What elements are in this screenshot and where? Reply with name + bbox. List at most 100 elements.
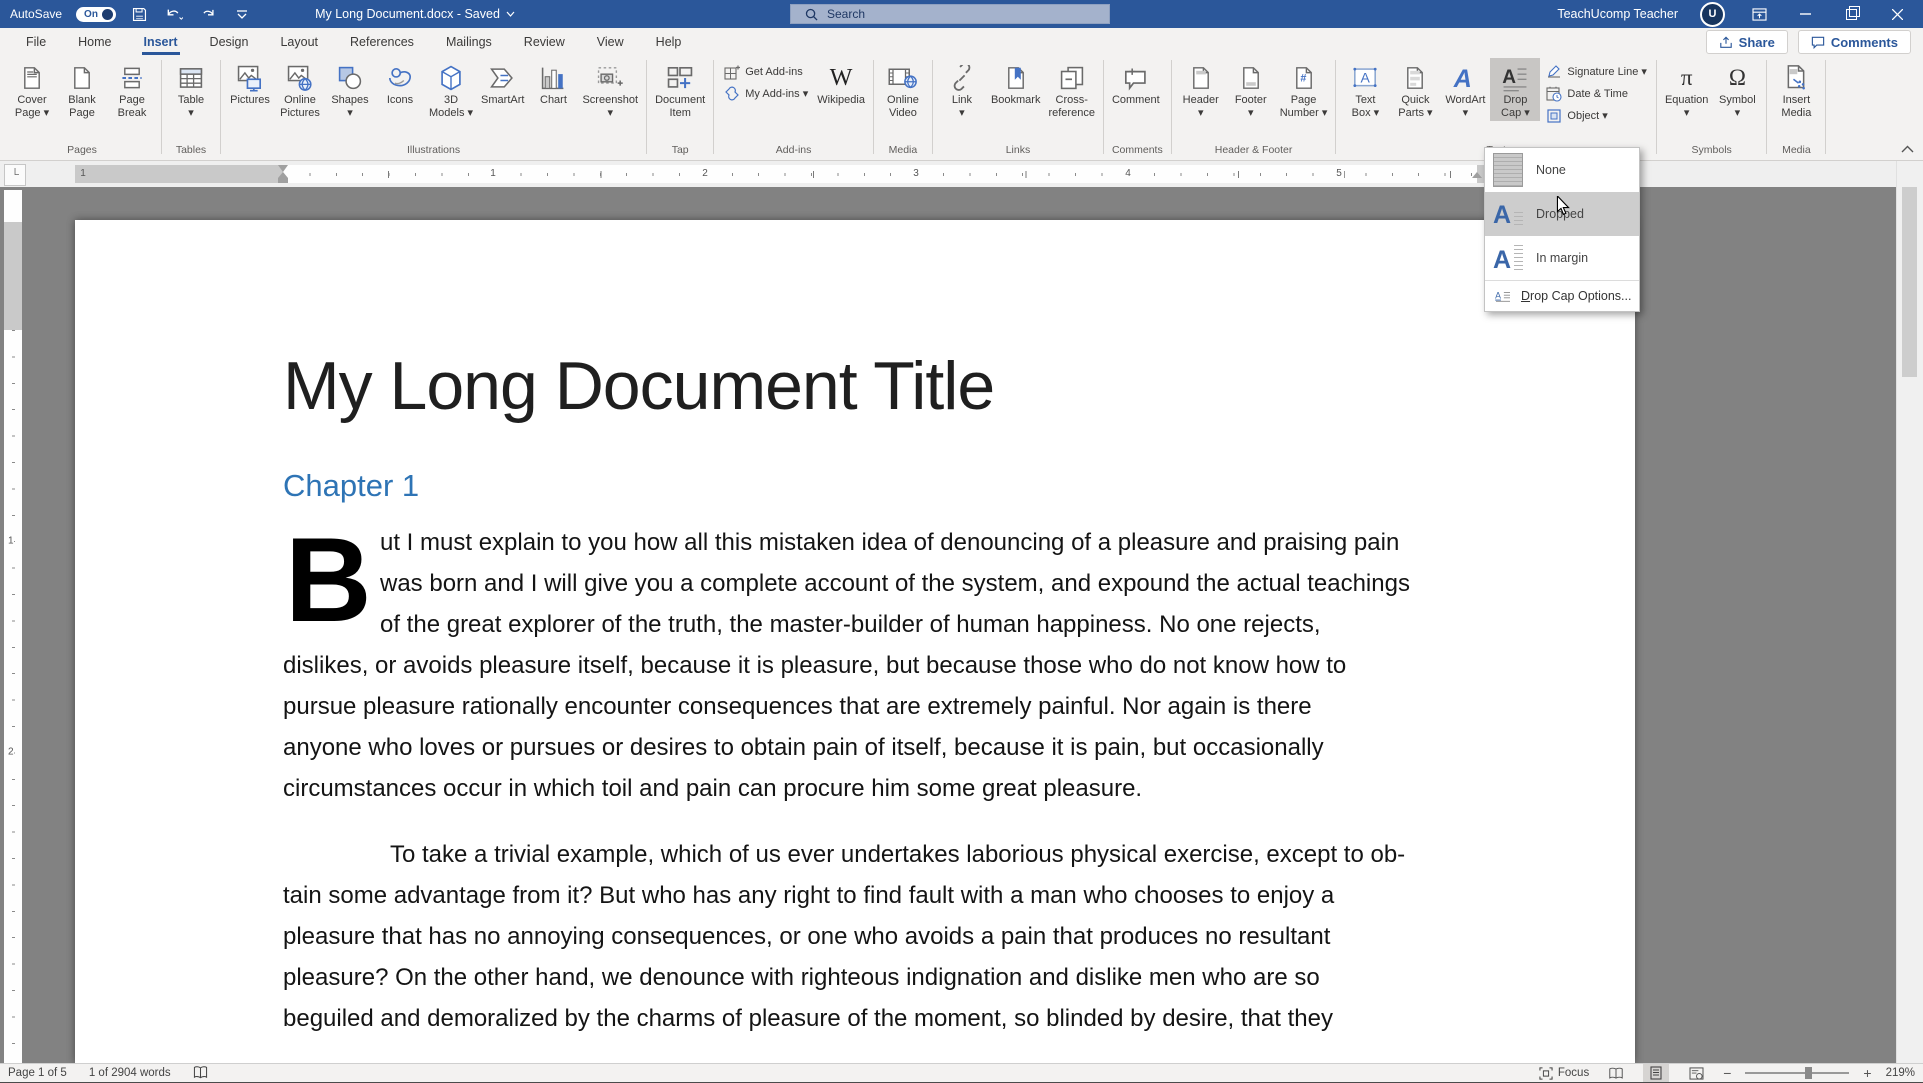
ribbon-button-cross-reference[interactable]: Cross-reference bbox=[1044, 58, 1098, 121]
tab-mailings[interactable]: Mailings bbox=[430, 28, 508, 56]
ribbon-button-link[interactable]: Link ▾ bbox=[937, 58, 987, 121]
body-text-line[interactable]: beguiled and demoralized by the charms o… bbox=[283, 1004, 1333, 1034]
ribbon-button-table[interactable]: Table ▾ bbox=[166, 58, 216, 121]
zoom-out-button[interactable]: − bbox=[1723, 1065, 1731, 1081]
right-indent-marker[interactable] bbox=[1472, 172, 1482, 178]
tab-layout[interactable]: Layout bbox=[264, 28, 334, 56]
ribbon-button-footer[interactable]: Footer ▾ bbox=[1226, 58, 1276, 121]
avatar[interactable]: U bbox=[1700, 1, 1725, 27]
ribbon-button-signature-line[interactable]: Signature Line ▾ bbox=[1542, 62, 1650, 81]
body-text-line[interactable]: pursue pleasure rationally encounter con… bbox=[283, 692, 1312, 722]
ribbon-button-my-add-ins[interactable]: My Add-ins ▾ bbox=[720, 84, 811, 103]
ribbon-button-equation[interactable]: π Equation ▾ bbox=[1661, 58, 1712, 121]
ribbon-button-icons[interactable]: Icons bbox=[375, 58, 425, 108]
zoom-in-button[interactable]: + bbox=[1863, 1065, 1871, 1081]
ribbon-button-document-item[interactable]: Document Item bbox=[651, 58, 709, 121]
share-button[interactable]: Share bbox=[1705, 30, 1788, 54]
word-count[interactable]: 1 of 2904 words bbox=[89, 1067, 171, 1079]
document-page[interactable]: My Long Document Title Chapter 1 B ut I … bbox=[75, 220, 1635, 1063]
tab-home[interactable]: Home bbox=[62, 28, 127, 56]
ribbon-button-date-time[interactable]: Date & Time bbox=[1542, 84, 1650, 103]
zoom-slider-thumb[interactable] bbox=[1805, 1067, 1813, 1079]
ribbon-button-text-box[interactable]: A Text Box ▾ bbox=[1340, 58, 1390, 121]
read-mode-button[interactable] bbox=[1603, 1064, 1629, 1082]
print-layout-button[interactable] bbox=[1643, 1064, 1670, 1082]
tab-insert[interactable]: Insert bbox=[128, 28, 194, 56]
body-text-line[interactable]: circumstances occur in which toil and pa… bbox=[283, 774, 1142, 804]
search-input[interactable]: Search bbox=[790, 4, 1110, 24]
body-text-line[interactable]: of the great explorer of the truth, the … bbox=[380, 610, 1321, 640]
document-title[interactable]: My Long Document.docx - Saved bbox=[300, 0, 530, 28]
customize-qat-icon[interactable] bbox=[232, 3, 252, 25]
body-text-line[interactable]: pleasure? On the other hand, we denounce… bbox=[283, 963, 1320, 993]
menu-item-in-margin[interactable]: A In margin bbox=[1485, 236, 1639, 280]
zoom-slider[interactable] bbox=[1745, 1067, 1850, 1079]
user-name[interactable]: TeachUcomp Teacher bbox=[1557, 7, 1678, 21]
ribbon-button-drop-cap[interactable]: A Drop Cap ▾ bbox=[1490, 58, 1541, 121]
ribbon-button-wikipedia[interactable]: W Wikipedia bbox=[813, 58, 869, 108]
body-text-line[interactable]: To take a trivial example, which of us e… bbox=[390, 840, 1405, 870]
ribbon-button-shapes[interactable]: Shapes ▾ bbox=[325, 58, 375, 121]
body-text-line[interactable]: dislikes, or avoids pleasure itself, bec… bbox=[283, 651, 1346, 681]
ribbon-button-blank-page[interactable]: Blank Page bbox=[57, 58, 107, 121]
restore-button[interactable] bbox=[1839, 0, 1863, 28]
ribbon-button-wordart[interactable]: A WordArt ▾ bbox=[1440, 58, 1490, 121]
minimize-button[interactable] bbox=[1793, 0, 1817, 28]
ribbon-button-screenshot[interactable]: Screenshot ▾ bbox=[578, 58, 642, 121]
ribbon-button-3d-models[interactable]: 3D Models ▾ bbox=[425, 58, 477, 121]
ribbon-button-smartart[interactable]: SmartArt bbox=[477, 58, 528, 108]
vertical-ruler[interactable]: 12 bbox=[4, 190, 22, 1063]
tab-selector[interactable]: └ bbox=[4, 164, 26, 186]
ribbon-button-quick-parts[interactable]: Quick Parts ▾ bbox=[1390, 58, 1440, 121]
body-text-line[interactable]: was born and I will give you a complete … bbox=[380, 569, 1410, 599]
autosave-toggle[interactable]: On bbox=[76, 6, 116, 22]
menu-item-drop-cap-options[interactable]: A Drop Cap Options... bbox=[1485, 280, 1639, 311]
ribbon-button-object[interactable]: Object ▾ bbox=[1542, 106, 1650, 125]
ribbon-button-header[interactable]: Header ▾ bbox=[1176, 58, 1226, 121]
tab-help[interactable]: Help bbox=[640, 28, 698, 56]
horizontal-ruler[interactable]: 1 1 2 3 4 5 bbox=[75, 165, 1635, 183]
ribbon-button-get-add-ins[interactable]: Get Add-ins bbox=[720, 62, 811, 81]
comments-button[interactable]: Comments bbox=[1797, 30, 1911, 54]
ribbon-button-online-video[interactable]: Online Video bbox=[878, 58, 928, 121]
zoom-level[interactable]: 219% bbox=[1886, 1067, 1915, 1079]
tab-review[interactable]: Review bbox=[508, 28, 581, 56]
menu-item-label: None bbox=[1536, 163, 1566, 177]
page-indicator[interactable]: Page 1 of 5 bbox=[8, 1067, 67, 1079]
tab-references[interactable]: References bbox=[334, 28, 430, 56]
ribbon-button-cover-page[interactable]: Cover Page ▾ bbox=[7, 58, 57, 121]
ribbon-button-chart[interactable]: Chart bbox=[528, 58, 578, 108]
drop-cap-letter[interactable]: B bbox=[285, 520, 372, 640]
body-text-line[interactable]: anyone who loves or pursues or desires t… bbox=[283, 733, 1324, 763]
collapse-ribbon-icon[interactable] bbox=[1898, 142, 1916, 156]
tab-file[interactable]: File bbox=[10, 28, 62, 56]
ribbon-button-page-break[interactable]: Page Break bbox=[107, 58, 157, 121]
ribbon-button-bookmark[interactable]: Bookmark bbox=[987, 58, 1045, 108]
close-button[interactable] bbox=[1885, 0, 1909, 28]
scrollbar-thumb[interactable] bbox=[1902, 187, 1917, 377]
ribbon-button-online-pictures[interactable]: Online Pictures bbox=[275, 58, 325, 121]
body-text-line[interactable]: tain some advantage from it? But who has… bbox=[283, 881, 1334, 911]
left-indent-marker[interactable] bbox=[278, 178, 288, 183]
ribbon-button-page-number[interactable]: # Page Number ▾ bbox=[1276, 58, 1332, 121]
undo-icon[interactable] bbox=[164, 3, 184, 25]
save-icon[interactable] bbox=[130, 3, 150, 25]
proofing-icon[interactable] bbox=[193, 1066, 208, 1080]
ribbon-button-comment[interactable]: Comment bbox=[1108, 58, 1164, 108]
web-layout-button[interactable] bbox=[1683, 1064, 1709, 1082]
tab-view[interactable]: View bbox=[581, 28, 640, 56]
body-text-line[interactable]: pleasure that has no annoying consequenc… bbox=[283, 922, 1330, 952]
ribbon-button-insert-media[interactable]: Insert Media bbox=[1771, 58, 1821, 121]
body-text-line[interactable]: ut I must explain to you how all this mi… bbox=[380, 528, 1399, 558]
doc-title-text[interactable]: My Long Document Title bbox=[283, 347, 995, 425]
menu-item-none[interactable]: None bbox=[1485, 148, 1639, 192]
chapter-heading[interactable]: Chapter 1 bbox=[283, 468, 419, 504]
focus-button[interactable]: Focus bbox=[1539, 1066, 1589, 1080]
ribbon-display-options-icon[interactable] bbox=[1747, 0, 1771, 28]
first-line-indent-marker[interactable] bbox=[278, 165, 288, 172]
redo-icon[interactable] bbox=[198, 3, 218, 25]
tab-design[interactable]: Design bbox=[194, 28, 265, 56]
ribbon-button-symbol[interactable]: Ω Symbol ▾ bbox=[1712, 58, 1762, 121]
vertical-scrollbar[interactable] bbox=[1896, 161, 1923, 1063]
ribbon-button-pictures[interactable]: Pictures bbox=[225, 58, 275, 108]
